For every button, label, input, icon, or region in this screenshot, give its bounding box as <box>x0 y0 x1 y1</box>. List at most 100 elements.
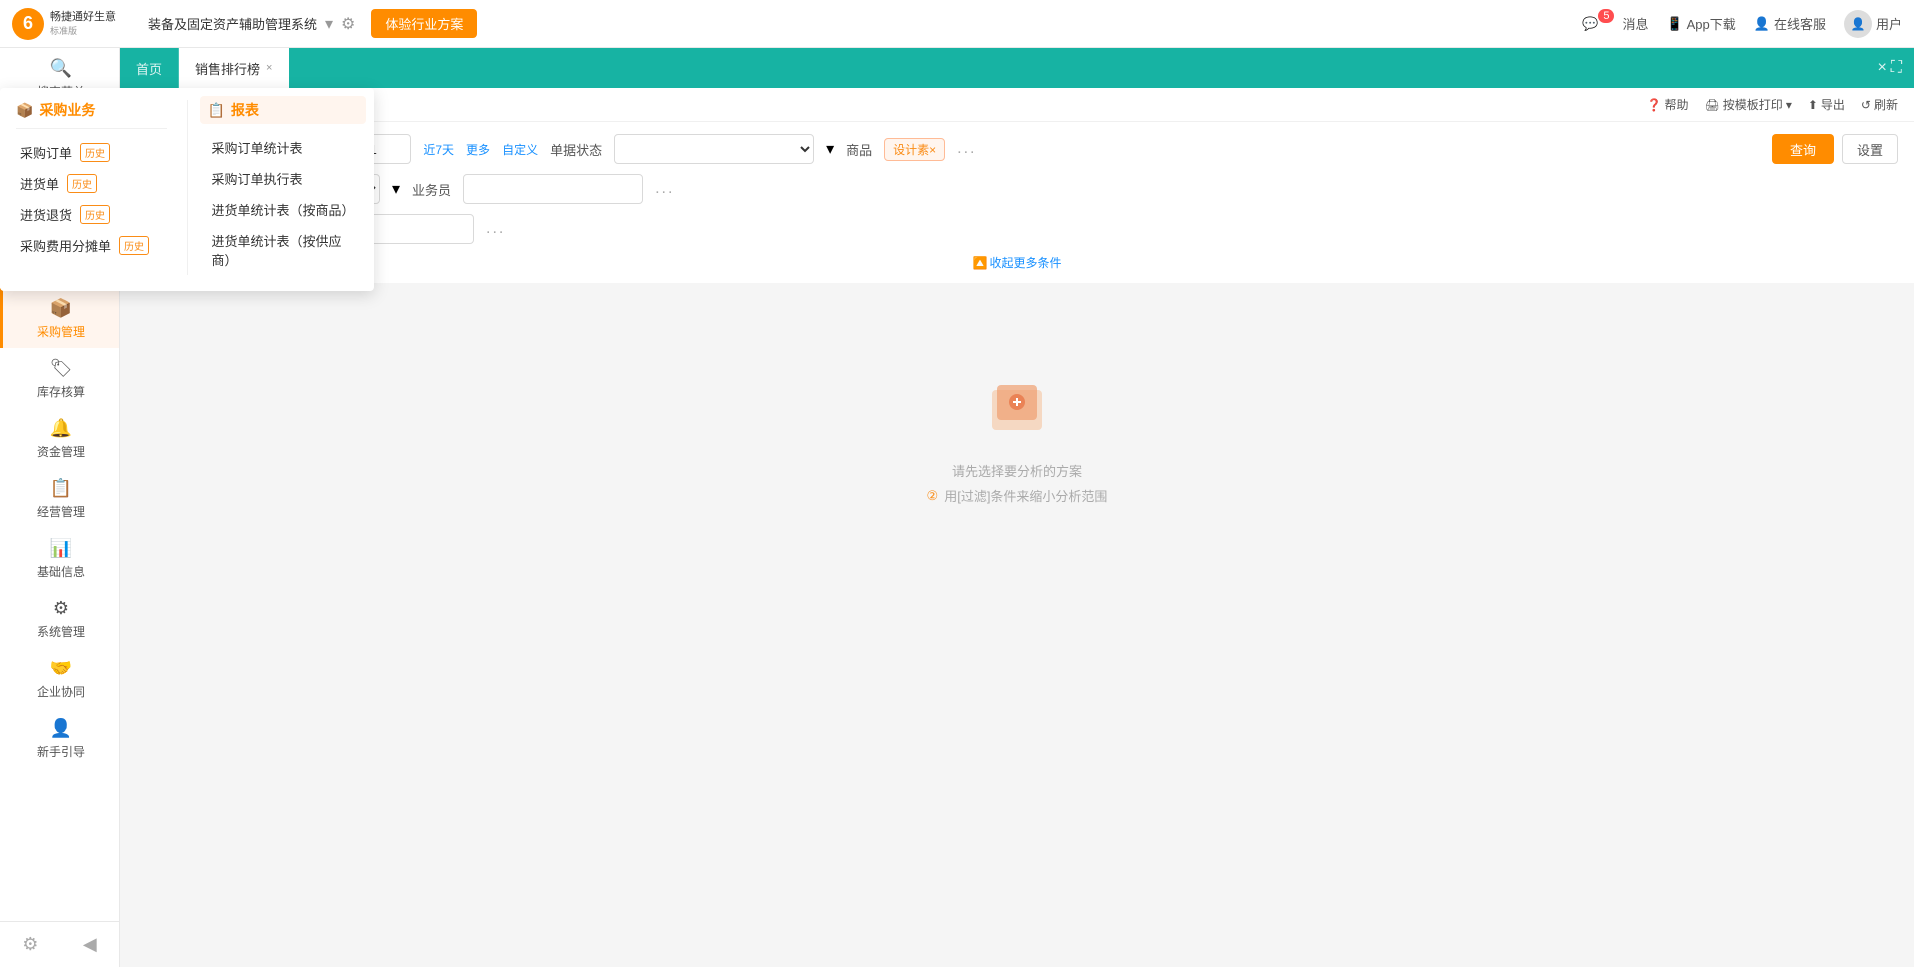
ranking-dropdown-icon: ▾ <box>392 179 400 199</box>
empty-hint2-text: 用[过滤]条件来缩小分析范围 <box>944 486 1107 505</box>
collapse-up-icon: 🔼 <box>973 256 988 270</box>
goods-more-btn[interactable]: ... <box>957 140 976 158</box>
logo-icon: 6 <box>12 8 44 40</box>
sidebar-item-basic[interactable]: 📊 基础信息 <box>0 528 119 588</box>
sidebar-label-inventory: 库存核算 <box>37 383 85 400</box>
purchase-menu-icon: 📦 <box>16 102 33 119</box>
quick-more-btn[interactable]: 更多 <box>466 141 490 158</box>
goods-label: 商品 <box>846 140 872 159</box>
brand-badge: 标准版 <box>50 24 116 37</box>
tab-sales-ranking[interactable]: 销售排行榜 × <box>179 48 289 88</box>
sidebar-item-finance[interactable]: 🔔 资金管理 <box>0 408 119 468</box>
tab-maximize-icon[interactable]: ⛶ <box>1891 59 1902 77</box>
sidebar-settings-icon[interactable]: ⚙ <box>22 934 38 955</box>
sidebar-label-finance: 资金管理 <box>37 443 85 460</box>
empty-state: 请先选择要分析的方案 ② 用[过滤]条件来缩小分析范围 <box>120 285 1914 585</box>
empty-hint1: 请先选择要分析的方案 <box>952 461 1082 480</box>
goods-tag-text: 设计素× <box>893 141 936 158</box>
purchase-order-label: 采购订单 <box>20 143 72 162</box>
dropdown-columns: 📦 采购业务 采购订单 历史 进货单 历史 进货退货 历史 采购费用分摊单 历史 <box>0 100 374 275</box>
app-download-item[interactable]: 📱 App下载 <box>1666 14 1735 33</box>
setting-btn[interactable]: 设置 <box>1842 134 1898 164</box>
sidebar-label-operations: 经营管理 <box>37 503 85 520</box>
tab-actions: × ⛶ <box>1877 59 1914 77</box>
dropdown-col-purchase: 📦 采购业务 采购订单 历史 进货单 历史 进货退货 历史 采购费用分摊单 历史 <box>0 100 183 275</box>
refresh-btn[interactable]: ↺ 刷新 <box>1861 96 1898 113</box>
tab-sales-ranking-label: 销售排行榜 <box>195 59 260 78</box>
message-item[interactable]: 💬 5 消息 <box>1582 14 1648 33</box>
purchase-title-text: 采购业务 <box>39 100 95 120</box>
purchase-cost-label: 采购费用分摊单 <box>20 236 111 255</box>
sidebar-item-purchase[interactable]: 📦 采购管理 <box>0 288 119 348</box>
user-item[interactable]: 👤 用户 <box>1844 10 1902 38</box>
finance-icon: 🔔 <box>50 418 72 439</box>
topbar: 6 畅捷通好生意 标准版 装备及固定资产辅助管理系统 ▾ ⚙ 体验行业方案 💬 … <box>0 0 1914 48</box>
dropdown-item-po-exec[interactable]: 采购订单执行表 <box>208 163 359 194</box>
goods-receipt-hist: 历史 <box>67 174 97 193</box>
toolbar: ❓ 帮助 🖨 按模板打印 ▾ ⬆ 导出 ↺ 刷新 <box>120 88 1914 122</box>
sidebar-label-enterprise: 企业协同 <box>37 683 85 700</box>
sidebar-item-newbie[interactable]: 👤 新手引导 <box>0 708 119 768</box>
brand-info: 畅捷通好生意 标准版 <box>50 10 116 37</box>
help-btn[interactable]: ❓ 帮助 <box>1647 96 1689 113</box>
settings-icon[interactable]: ⚙ <box>341 14 355 34</box>
po-exec-label: 采购订单执行表 <box>212 169 303 188</box>
tabs-bar: 首页 销售排行榜 × × ⛶ <box>120 48 1914 88</box>
print-btn[interactable]: 🖨 按模板打印 ▾ <box>1705 96 1792 113</box>
tab-close-icon[interactable]: × <box>266 62 272 74</box>
newbie-icon: 👤 <box>50 718 72 739</box>
goods-return-hist: 历史 <box>80 205 110 224</box>
online-service-item[interactable]: 👤 在线客服 <box>1754 14 1826 33</box>
sidebar-label-purchase: 采购管理 <box>37 323 85 340</box>
phone-icon: 📱 <box>1666 16 1682 32</box>
message-badge: 5 <box>1598 9 1614 23</box>
quick-7days-btn[interactable]: 近7天 <box>423 141 454 158</box>
dropdown-item-receipt-by-goods[interactable]: 进货单统计表（按商品） <box>208 194 359 225</box>
dropdown-item-receipt-by-supplier[interactable]: 进货单统计表（按供应商） <box>208 225 359 275</box>
filter-row-1: 日期 ~ 近7天 更多 自定义 单据状态 ▾ 商品 设 <box>136 134 1898 164</box>
topbar-center: 装备及固定资产辅助管理系统 ▾ ⚙ 体验行业方案 <box>132 9 1582 38</box>
dropdown-item-po-stats[interactable]: 采购订单统计表 <box>208 132 359 163</box>
salesperson-more-btn[interactable]: ... <box>655 180 674 198</box>
tab-close-window-icon[interactable]: × <box>1877 59 1886 77</box>
tab-home[interactable]: 首页 <box>120 48 179 88</box>
system-title: 装备及固定资产辅助管理系统 <box>148 14 317 33</box>
dropdown-arrow-icon[interactable]: ▾ <box>325 14 333 34</box>
user-label: 用户 <box>1876 14 1902 33</box>
search-icon: 🔍 <box>50 58 72 79</box>
order-status-select[interactable] <box>614 134 814 164</box>
print-dropdown-icon: ▾ <box>1786 98 1792 112</box>
order-status-dropdown-icon: ▾ <box>826 139 834 159</box>
sidebar-label-system: 系统管理 <box>37 623 85 640</box>
print-label: 按模板打印 <box>1723 96 1783 113</box>
industry-btn[interactable]: 体验行业方案 <box>371 9 477 38</box>
quick-custom-btn[interactable]: 自定义 <box>502 141 538 158</box>
service-icon: 👤 <box>1754 16 1770 32</box>
empty-hint2: ② 用[过滤]条件来缩小分析范围 <box>927 486 1108 505</box>
collapse-label: 收起更多条件 <box>989 254 1061 271</box>
reports-menu-icon: 📋 <box>208 102 225 119</box>
dropdown-item-purchase-cost[interactable]: 采购费用分摊单 历史 <box>16 230 167 261</box>
dropdown-item-purchase-order[interactable]: 采购订单 历史 <box>16 137 167 168</box>
salesperson-input[interactable] <box>463 174 643 204</box>
collapse-btn[interactable]: 🔼 收起更多条件 <box>973 254 1062 271</box>
refresh-icon: ↺ <box>1861 98 1871 112</box>
brand-name: 畅捷通好生意 <box>50 10 116 24</box>
sidebar-label-basic: 基础信息 <box>37 563 85 580</box>
sidebar-item-system[interactable]: ⚙ 系统管理 <box>0 588 119 648</box>
message-label: 消息 <box>1622 14 1648 33</box>
sidebar-collapse-icon[interactable]: ◀ <box>83 934 97 955</box>
sidebar-item-enterprise[interactable]: 🤝 企业协同 <box>0 648 119 708</box>
sidebar-item-inventory[interactable]: 🏷 库存核算 <box>0 348 119 408</box>
query-btn[interactable]: 查询 <box>1772 134 1834 164</box>
receipt-by-supplier-label: 进货单统计表（按供应商） <box>212 231 355 269</box>
dropdown-item-goods-receipt[interactable]: 进货单 历史 <box>16 168 167 199</box>
sidebar-bottom: ⚙ ◀ <box>0 921 119 967</box>
sidebar-item-operations[interactable]: 📋 经营管理 <box>0 468 119 528</box>
filter-section: 日期 ~ 近7天 更多 自定义 单据状态 ▾ 商品 设 <box>120 122 1914 283</box>
customer-more-btn[interactable]: ... <box>486 220 505 238</box>
goods-tags: 设计素× <box>884 138 945 161</box>
dropdown-item-goods-return[interactable]: 进货退货 历史 <box>16 199 167 230</box>
export-btn[interactable]: ⬆ 导出 <box>1808 96 1845 113</box>
reports-title-text: 报表 <box>231 100 259 120</box>
